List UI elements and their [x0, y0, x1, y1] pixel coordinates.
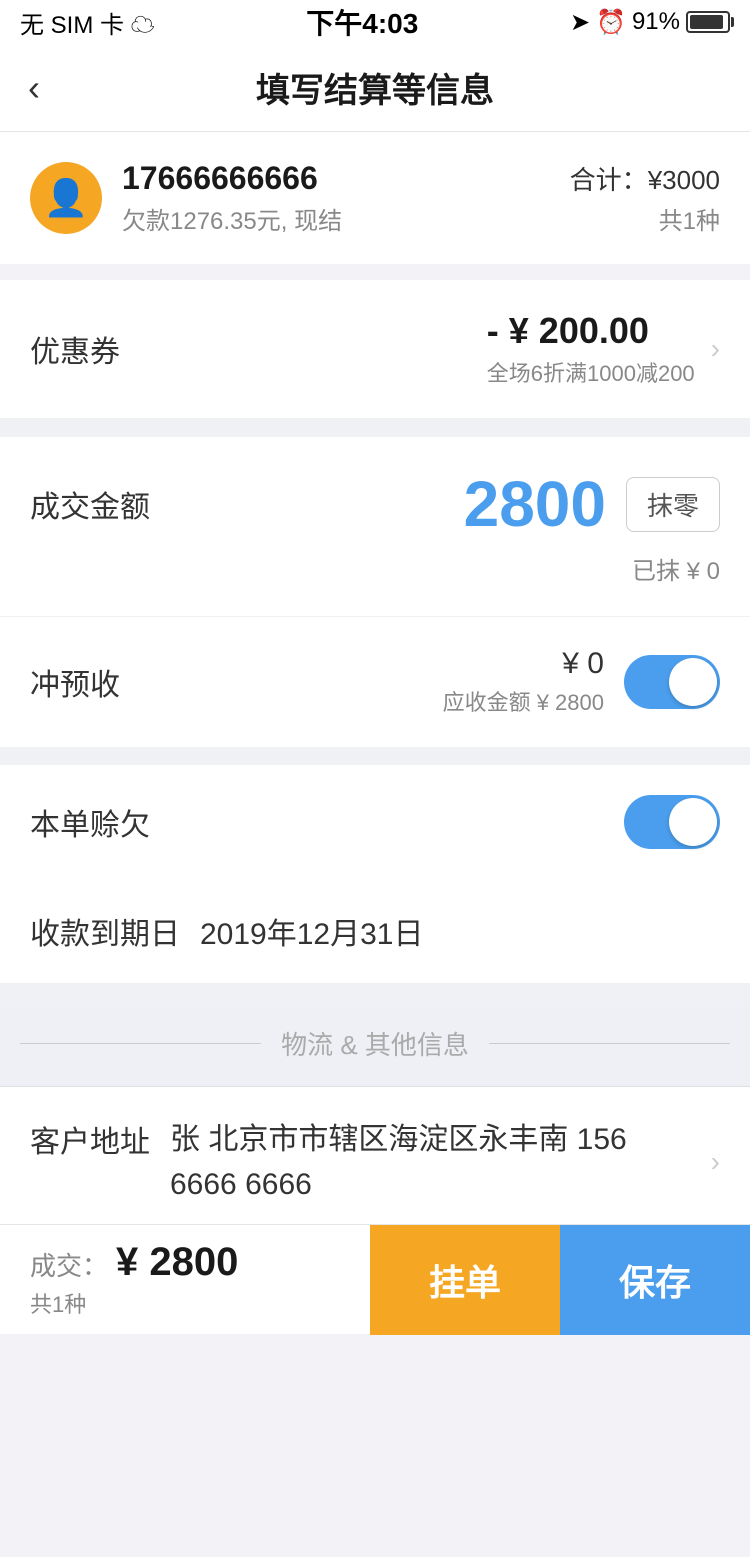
status-left: 无 SIM 卡 ☁ [20, 5, 155, 40]
prepay-section: 冲预收 ¥ 0 应收金额 ¥ 2800 [0, 616, 750, 747]
pardon-label: 本单赊欠 [30, 800, 150, 844]
customer-card: 👤 17666666666 欠款1276.35元, 现结 合计：¥3000 共1… [0, 132, 750, 264]
deal-amount-section: 成交金额 2800 抹零 已抹 ¥ 0 [0, 437, 750, 616]
deal-value-area: 2800 抹零 [464, 467, 720, 541]
location-icon: ➤ [570, 8, 590, 37]
deal-sub-text: 已抹 ¥ 0 [632, 558, 720, 585]
logistics-section-label: 物流 & 其他信息 [0, 1001, 750, 1086]
pardon-toggle-knob [669, 798, 717, 846]
prepay-label: 冲预收 [30, 660, 120, 704]
label-line-right [489, 1043, 730, 1044]
avatar: 👤 [30, 162, 102, 234]
coupon-amount: - ¥ 200.00 [487, 310, 695, 352]
pardon-row: 本单赊欠 [0, 765, 750, 879]
coupon-chevron-icon: › [711, 333, 720, 365]
logistics-label-text: 物流 & 其他信息 [281, 1025, 469, 1062]
deal-amount-value: 2800 [464, 467, 606, 541]
summary-count: 共1种 [30, 1287, 340, 1319]
section-divider-2 [0, 747, 750, 765]
due-date-label: 收款到期日 [30, 909, 180, 953]
status-right: ➤ ⏰ 91% [570, 8, 730, 37]
section-divider-1 [0, 419, 750, 437]
section-divider-3 [0, 983, 750, 1001]
customer-phone: 17666666666 [122, 160, 342, 197]
prepay-amount: ¥ 0 [443, 647, 604, 681]
bottom-bar: 成交： ¥ 2800 共1种 挂单 保存 [0, 1224, 750, 1334]
hang-order-button[interactable]: 挂单 [370, 1225, 560, 1335]
sim-label: 无 SIM 卡 ☁ [20, 5, 155, 40]
address-row[interactable]: 客户地址 张 北京市市辖区海淀区永丰南 156 6666 6666 › [0, 1087, 750, 1237]
deal-amount-label: 成交金额 [30, 482, 150, 526]
save-button[interactable]: 保存 [560, 1225, 750, 1335]
content-area: 👤 17666666666 欠款1276.35元, 现结 合计：¥3000 共1… [0, 132, 750, 1557]
battery-label: 91% [632, 8, 680, 36]
back-button[interactable]: ‹ [28, 67, 40, 109]
prepay-toggle[interactable] [624, 655, 720, 709]
status-time: 下午4:03 [306, 2, 418, 42]
summary-prefix: 成交： [30, 1246, 108, 1283]
prepay-row: 冲预收 ¥ 0 应收金额 ¥ 2800 [30, 647, 720, 717]
customer-count: 共1种 [570, 201, 720, 236]
avatar-icon: 👤 [44, 177, 89, 219]
customer-info: 17666666666 欠款1276.35元, 现结 [122, 160, 342, 236]
address-label: 客户地址 [30, 1117, 150, 1161]
customer-right: 合计：¥3000 共1种 [570, 160, 720, 236]
coupon-desc: 全场6折满1000减200 [487, 356, 695, 388]
due-date-row: 收款到期日 2019年12月31日 [0, 879, 750, 983]
pardon-toggle[interactable] [624, 795, 720, 849]
prepay-amount-area: ¥ 0 应收金额 ¥ 2800 [443, 647, 604, 717]
battery-icon [686, 11, 730, 33]
address-value: 张 北京市市辖区海淀区永丰南 156 6666 6666 [170, 1117, 691, 1207]
status-bar: 无 SIM 卡 ☁ 下午4:03 ➤ ⏰ 91% [0, 0, 750, 44]
address-chevron-icon: › [711, 1146, 720, 1178]
due-date-value: 2019年12月31日 [200, 909, 423, 953]
round-zero-button[interactable]: 抹零 [626, 477, 720, 532]
customer-left: 👤 17666666666 欠款1276.35元, 现结 [30, 160, 342, 236]
total-label: 合计：¥3000 [570, 160, 720, 197]
prepay-sub: 应收金额 ¥ 2800 [443, 685, 604, 717]
coupon-right: - ¥ 200.00 全场6折满1000减200 › [487, 310, 720, 388]
label-line-left [20, 1043, 261, 1044]
nav-bar: ‹ 填写结算等信息 [0, 44, 750, 132]
customer-debt: 欠款1276.35元, 现结 [122, 201, 342, 236]
coupon-label: 优惠券 [30, 327, 120, 371]
page-title: 填写结算等信息 [256, 63, 494, 112]
summary-amount: ¥ 2800 [116, 1240, 238, 1285]
prepay-right: ¥ 0 应收金额 ¥ 2800 [443, 647, 720, 717]
bottom-summary: 成交： ¥ 2800 共1种 [0, 1240, 370, 1319]
alarm-icon: ⏰ [596, 8, 626, 37]
deal-amount-row: 成交金额 2800 抹零 [30, 467, 720, 541]
coupon-row[interactable]: 优惠券 - ¥ 200.00 全场6折满1000减200 › [0, 280, 750, 419]
prepay-toggle-knob [669, 658, 717, 706]
